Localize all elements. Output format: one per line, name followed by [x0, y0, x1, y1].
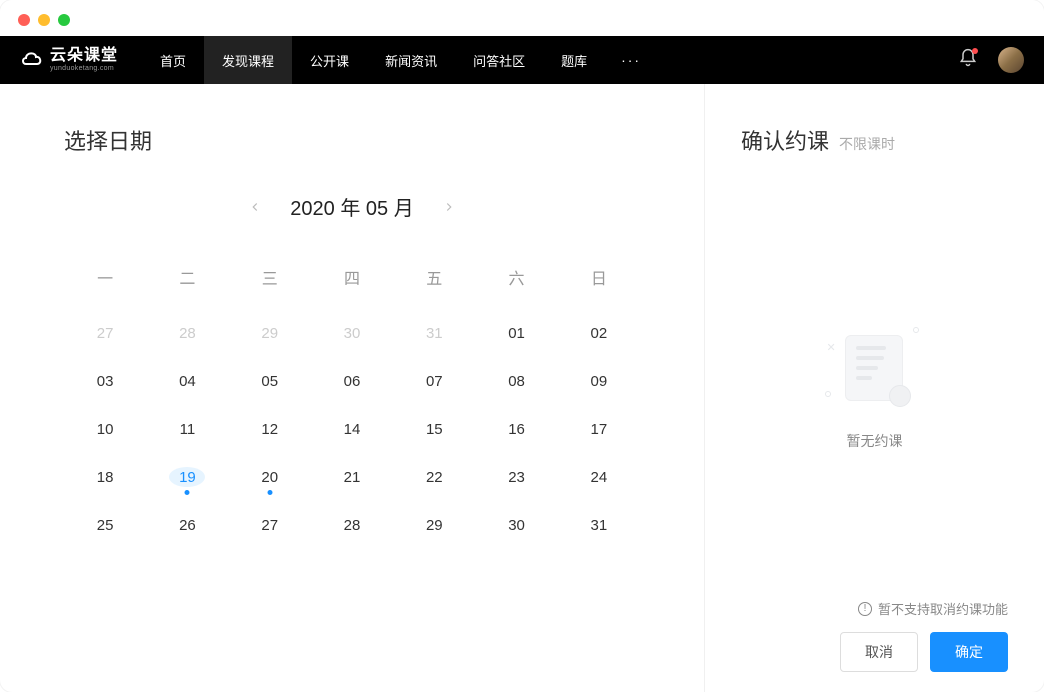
- calendar-day[interactable]: 07: [393, 357, 475, 405]
- logo-subtext: yunduoketang.com: [50, 65, 118, 72]
- date-select-title: 选择日期: [64, 124, 640, 156]
- calendar-day[interactable]: 05: [229, 357, 311, 405]
- logo-text: 云朵课堂: [50, 48, 118, 64]
- calendar-day[interactable]: 20: [229, 453, 311, 501]
- calendar-day[interactable]: 30: [311, 309, 393, 357]
- minimize-window-button[interactable]: [38, 14, 50, 26]
- calendar-day[interactable]: 10: [64, 405, 146, 453]
- calendar-day[interactable]: 27: [64, 309, 146, 357]
- calendar-day[interactable]: 08: [475, 357, 557, 405]
- nav-item[interactable]: 首页: [142, 36, 204, 84]
- calendar-day[interactable]: 28: [146, 309, 228, 357]
- calendar-day[interactable]: 19: [146, 453, 228, 501]
- logo-icon: [20, 48, 44, 72]
- confirm-subtitle: 不限课时: [839, 134, 895, 154]
- calendar-day[interactable]: 25: [64, 501, 146, 549]
- confirm-title: 确认约课: [741, 124, 829, 156]
- calendar-day[interactable]: 28: [311, 501, 393, 549]
- maximize-window-button[interactable]: [58, 14, 70, 26]
- calendar-day[interactable]: 24: [558, 453, 640, 501]
- calendar-day[interactable]: 23: [475, 453, 557, 501]
- calendar-day[interactable]: 12: [229, 405, 311, 453]
- calendar-day[interactable]: 31: [558, 501, 640, 549]
- calendar-day[interactable]: 30: [475, 501, 557, 549]
- weekday-label: 六: [475, 251, 557, 309]
- notice-text: 暂不支持取消约课功能: [878, 599, 1008, 618]
- calendar-day[interactable]: 15: [393, 405, 475, 453]
- empty-state: ✕ 暂无约课: [741, 176, 1008, 599]
- user-avatar[interactable]: [998, 47, 1024, 73]
- calendar-grid: 一二三四五六日272829303101020304050607080910111…: [64, 251, 640, 549]
- calendar-day[interactable]: 29: [229, 309, 311, 357]
- calendar-day[interactable]: 18: [64, 453, 146, 501]
- calendar-day[interactable]: 14: [311, 405, 393, 453]
- calendar-day[interactable]: 06: [311, 357, 393, 405]
- close-window-button[interactable]: [18, 14, 30, 26]
- calendar-day[interactable]: 09: [558, 357, 640, 405]
- calendar-day[interactable]: 27: [229, 501, 311, 549]
- weekday-label: 三: [229, 251, 311, 309]
- calendar-day[interactable]: 16: [475, 405, 557, 453]
- nav-item[interactable]: 问答社区: [455, 36, 543, 84]
- weekday-label: 四: [311, 251, 393, 309]
- calendar-day[interactable]: 03: [64, 357, 146, 405]
- nav-item[interactable]: 发现课程: [204, 36, 292, 84]
- booking-confirm-panel: 确认约课 不限课时 ✕ 暂无约课: [704, 84, 1044, 692]
- calendar-day[interactable]: 02: [558, 309, 640, 357]
- nav-item[interactable]: 题库: [543, 36, 605, 84]
- weekday-label: 二: [146, 251, 228, 309]
- confirm-button[interactable]: 确定: [930, 632, 1008, 672]
- cancel-unavailable-notice: ! 暂不支持取消约课功能: [741, 599, 1008, 618]
- calendar-day[interactable]: 21: [311, 453, 393, 501]
- notification-bell-icon[interactable]: [958, 48, 978, 73]
- calendar-day[interactable]: 22: [393, 453, 475, 501]
- nav-item[interactable]: 公开课: [292, 36, 367, 84]
- event-dot: [267, 490, 272, 495]
- weekday-label: 五: [393, 251, 475, 309]
- calendar-day[interactable]: 04: [146, 357, 228, 405]
- calendar-day[interactable]: 01: [475, 309, 557, 357]
- calendar-day[interactable]: 17: [558, 405, 640, 453]
- nav-item[interactable]: 新闻资讯: [367, 36, 455, 84]
- prev-month-button[interactable]: [248, 200, 262, 214]
- notification-dot: [972, 48, 978, 54]
- month-label: 2020 年 05 月: [290, 192, 413, 221]
- top-navigation-bar: 云朵课堂 yunduoketang.com 首页发现课程公开课新闻资讯问答社区题…: [0, 36, 1044, 84]
- date-select-panel: 选择日期 2020 年 05 月 一二三四五六日2728293031010203…: [0, 84, 704, 692]
- info-icon: !: [858, 602, 872, 616]
- cancel-button[interactable]: 取消: [840, 632, 918, 672]
- calendar-day[interactable]: 29: [393, 501, 475, 549]
- empty-illustration-icon: ✕: [825, 325, 925, 415]
- weekday-label: 日: [558, 251, 640, 309]
- logo[interactable]: 云朵课堂 yunduoketang.com: [20, 48, 118, 72]
- weekday-label: 一: [64, 251, 146, 309]
- event-dot: [185, 490, 190, 495]
- next-month-button[interactable]: [442, 200, 456, 214]
- calendar-day[interactable]: 31: [393, 309, 475, 357]
- calendar-day[interactable]: 26: [146, 501, 228, 549]
- main-nav: 首页发现课程公开课新闻资讯问答社区题库: [142, 36, 605, 84]
- nav-more-icon[interactable]: ···: [605, 52, 657, 68]
- empty-text: 暂无约课: [847, 431, 903, 451]
- window-controls: [0, 0, 1044, 36]
- calendar-day[interactable]: 11: [146, 405, 228, 453]
